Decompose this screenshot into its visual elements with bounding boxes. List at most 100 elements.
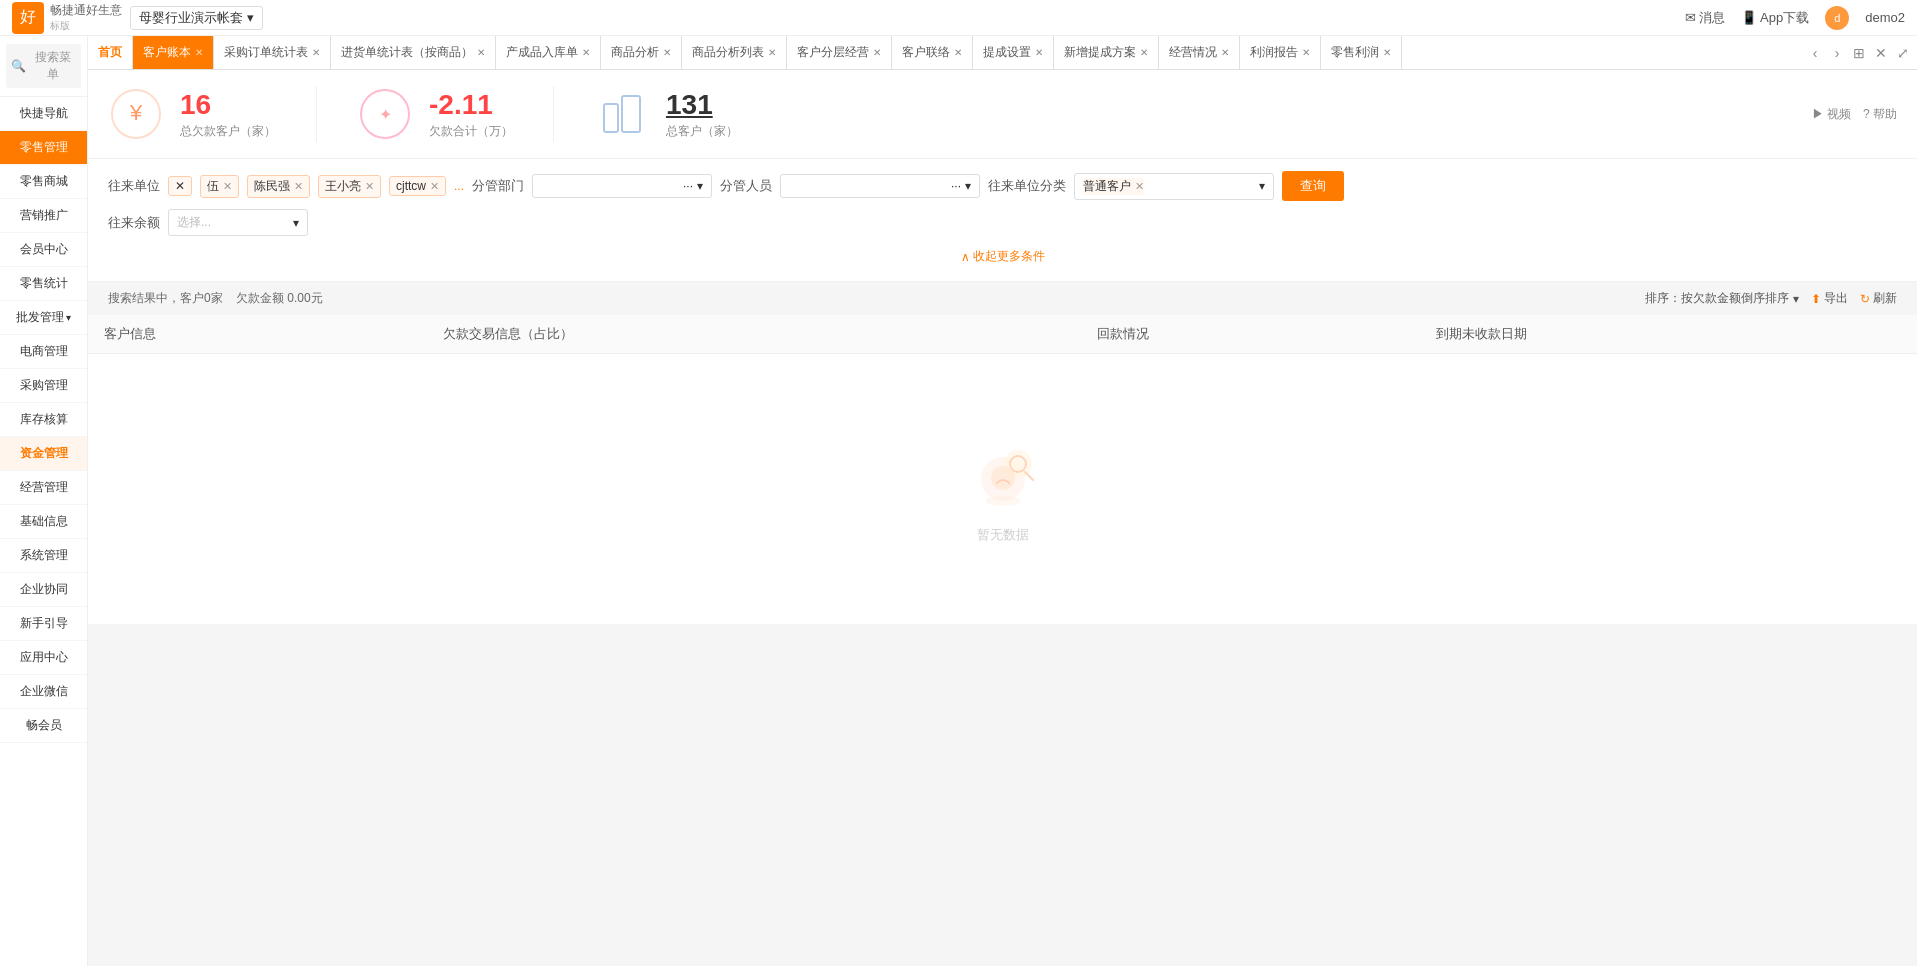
- filter-tag-wang: 王小亮 ✕: [318, 175, 381, 198]
- tab-retail-profit[interactable]: 零售利润 ✕: [1321, 36, 1402, 70]
- sidebar-item-basic-info[interactable]: 基础信息: [0, 505, 87, 539]
- tab-close-icon[interactable]: ✕: [873, 47, 881, 58]
- top-bar: 好 畅捷通好生意 标版 母婴行业演示帐套 ▾ ✉ 消息 📱 App下载 d de…: [0, 0, 1917, 36]
- tab-close-icon[interactable]: ✕: [582, 47, 590, 58]
- tab-close-icon[interactable]: ✕: [1140, 47, 1148, 58]
- sidebar-item-vip[interactable]: 畅会员: [0, 709, 87, 743]
- sidebar-item-batch[interactable]: 批发管理 ▾: [0, 301, 87, 335]
- tab-menu-btn[interactable]: ⊞: [1849, 43, 1869, 63]
- tab-purchase-stats[interactable]: 进货单统计表（按商品） ✕: [331, 36, 496, 70]
- tab-ops[interactable]: 经营情况 ✕: [1159, 36, 1240, 70]
- tab-close-icon[interactable]: ✕: [477, 47, 485, 58]
- data-table: 客户信息 欠款交易信息（占比） 回款情况 到期未收款日期: [88, 315, 1917, 624]
- message-btn[interactable]: ✉ 消息: [1685, 9, 1725, 27]
- sidebar-item-new-guide[interactable]: 新手引导: [0, 607, 87, 641]
- results-bar: 搜索结果中，客户0家 欠款金额 0.00元 排序：按欠款金额倒序排序 ▾ ⬆ 导…: [88, 282, 1917, 315]
- tab-maximize-btn[interactable]: ⤢: [1893, 43, 1913, 63]
- query-button[interactable]: 查询: [1282, 171, 1344, 201]
- sort-select[interactable]: 排序：按欠款金额倒序排序 ▾: [1645, 290, 1799, 307]
- filter-tag-close-chen[interactable]: ✕: [294, 180, 303, 193]
- tab-next-btn[interactable]: ›: [1827, 43, 1847, 63]
- filter-tag-close-wu[interactable]: ✕: [223, 180, 232, 193]
- tab-production-inbound[interactable]: 产成品入库单 ✕: [496, 36, 601, 70]
- tab-close-icon[interactable]: ✕: [1383, 47, 1391, 58]
- filter-row-1: 往来单位 ✕ 伍 ✕ 陈民强 ✕ 王小亮 ✕: [108, 171, 1897, 201]
- tab-new-raise[interactable]: 新增提成方案 ✕: [1054, 36, 1159, 70]
- tab-raise-settings[interactable]: 提成设置 ✕: [973, 36, 1054, 70]
- empty-state: 暂无数据: [88, 354, 1917, 624]
- svg-text:¥: ¥: [129, 100, 143, 125]
- tab-close-icon[interactable]: ✕: [768, 47, 776, 58]
- sort-chevron-icon: ▾: [1793, 292, 1799, 306]
- sidebar-item-marketing[interactable]: 营销推广: [0, 199, 87, 233]
- sidebar-item-inventory[interactable]: 库存核算: [0, 403, 87, 437]
- collapse-button[interactable]: ∧ 收起更多条件: [108, 244, 1897, 269]
- sidebar-item-enterprise-wechat[interactable]: 企业微信: [0, 675, 87, 709]
- tenant-select[interactable]: 母婴行业演示帐套 ▾: [130, 6, 263, 30]
- app-download-btn[interactable]: 📱 App下载: [1741, 9, 1809, 27]
- sidebar-item-ops[interactable]: 经营管理: [0, 471, 87, 505]
- sidebar-item-member[interactable]: 会员中心: [0, 233, 87, 267]
- stat-icon-debt: ✦: [357, 86, 413, 142]
- tab-purchase-order[interactable]: 采购订单统计表 ✕: [214, 36, 331, 70]
- col-overdue-date: 到期未收款日期: [1420, 315, 1917, 354]
- person-more-icon: ···: [951, 179, 961, 193]
- tab-prev-btn[interactable]: ‹: [1805, 43, 1825, 63]
- filter-tag-close-unit[interactable]: ✕: [175, 179, 185, 193]
- unit-category-tag-close[interactable]: ✕: [1135, 180, 1144, 193]
- sidebar-item-app-center[interactable]: 应用中心: [0, 641, 87, 675]
- tab-product-analysis-list[interactable]: 商品分析列表 ✕: [682, 36, 787, 70]
- filter-tag-close-cjt[interactable]: ✕: [430, 180, 439, 193]
- tab-close-icon[interactable]: ✕: [312, 47, 320, 58]
- sidebar-item-retail-manage[interactable]: 零售管理: [0, 131, 87, 165]
- filter-more-btn[interactable]: ...: [454, 179, 464, 193]
- tab-customer-book[interactable]: 客户账本 ✕: [133, 36, 214, 70]
- person-dropdown[interactable]: ··· ▾: [780, 174, 980, 198]
- video-icon: ▶: [1812, 107, 1824, 121]
- results-summary: 搜索结果中，客户0家 欠款金额 0.00元: [108, 290, 323, 307]
- svg-point-7: [985, 496, 1021, 506]
- sidebar-item-retail-mall[interactable]: 零售商城: [0, 165, 87, 199]
- svg-rect-5: [622, 96, 640, 132]
- sidebar-item-purchase[interactable]: 采购管理: [0, 369, 87, 403]
- tab-product-analysis[interactable]: 商品分析 ✕: [601, 36, 682, 70]
- tab-close-icon[interactable]: ✕: [195, 47, 203, 58]
- sidebar-item-quick-nav[interactable]: 快捷导航: [0, 97, 87, 131]
- tab-customer-tier[interactable]: 客户分层经营 ✕: [787, 36, 892, 70]
- chevron-down-icon-balance: ▾: [293, 216, 299, 230]
- svg-text:✦: ✦: [379, 106, 392, 123]
- tab-close-icon[interactable]: ✕: [954, 47, 962, 58]
- refresh-btn[interactable]: ↻ 刷新: [1860, 290, 1897, 307]
- filter-tag-wu: 伍 ✕: [200, 175, 239, 198]
- tab-close-icon[interactable]: ✕: [663, 47, 671, 58]
- top-right-links: ▶ 视频 ? 帮助: [1812, 106, 1897, 123]
- stat-label-debtors: 总欠款客户（家）: [180, 123, 276, 140]
- unit-category-dropdown[interactable]: 普通客户 ✕ ▾: [1074, 173, 1274, 200]
- dept-dropdown[interactable]: ··· ▾: [532, 174, 712, 198]
- filter-tag-close-wang[interactable]: ✕: [365, 180, 374, 193]
- balance-dropdown[interactable]: 选择... ▾: [168, 209, 308, 236]
- help-link[interactable]: ? 帮助: [1863, 106, 1897, 123]
- tab-profit-report[interactable]: 利润报告 ✕: [1240, 36, 1321, 70]
- sidebar-item-funds[interactable]: 资金管理: [0, 437, 87, 471]
- sidebar-item-sys[interactable]: 系统管理: [0, 539, 87, 573]
- results-bar-right: 排序：按欠款金额倒序排序 ▾ ⬆ 导出 ↻ 刷新: [1645, 290, 1897, 307]
- content-area: 首页 客户账本 ✕ 采购订单统计表 ✕ 进货单统计表（按商品） ✕ 产成品入库单…: [88, 36, 1917, 966]
- tab-home[interactable]: 首页: [88, 36, 133, 70]
- video-link[interactable]: ▶ 视频: [1812, 106, 1851, 123]
- balance-label: 往来余额: [108, 214, 160, 232]
- avatar[interactable]: d: [1825, 6, 1849, 30]
- empty-label: 暂无数据: [977, 526, 1029, 544]
- tab-close-icon[interactable]: ✕: [1035, 47, 1043, 58]
- export-btn[interactable]: ⬆ 导出: [1811, 290, 1848, 307]
- sidebar-item-retail-stats[interactable]: 零售统计: [0, 267, 87, 301]
- sidebar-item-ecom[interactable]: 电商管理: [0, 335, 87, 369]
- tab-close-icon[interactable]: ✕: [1302, 47, 1310, 58]
- stat-value-debtors: 16: [180, 88, 276, 122]
- search-menu-button[interactable]: 🔍 搜索菜单: [6, 44, 81, 88]
- sidebar-item-enterprise-coop[interactable]: 企业协同: [0, 573, 87, 607]
- tab-customer-contact[interactable]: 客户联络 ✕: [892, 36, 973, 70]
- tab-close-icon[interactable]: ✕: [1221, 47, 1229, 58]
- unit-label: 往来单位: [108, 177, 160, 195]
- tab-close-all-btn[interactable]: ✕: [1871, 43, 1891, 63]
